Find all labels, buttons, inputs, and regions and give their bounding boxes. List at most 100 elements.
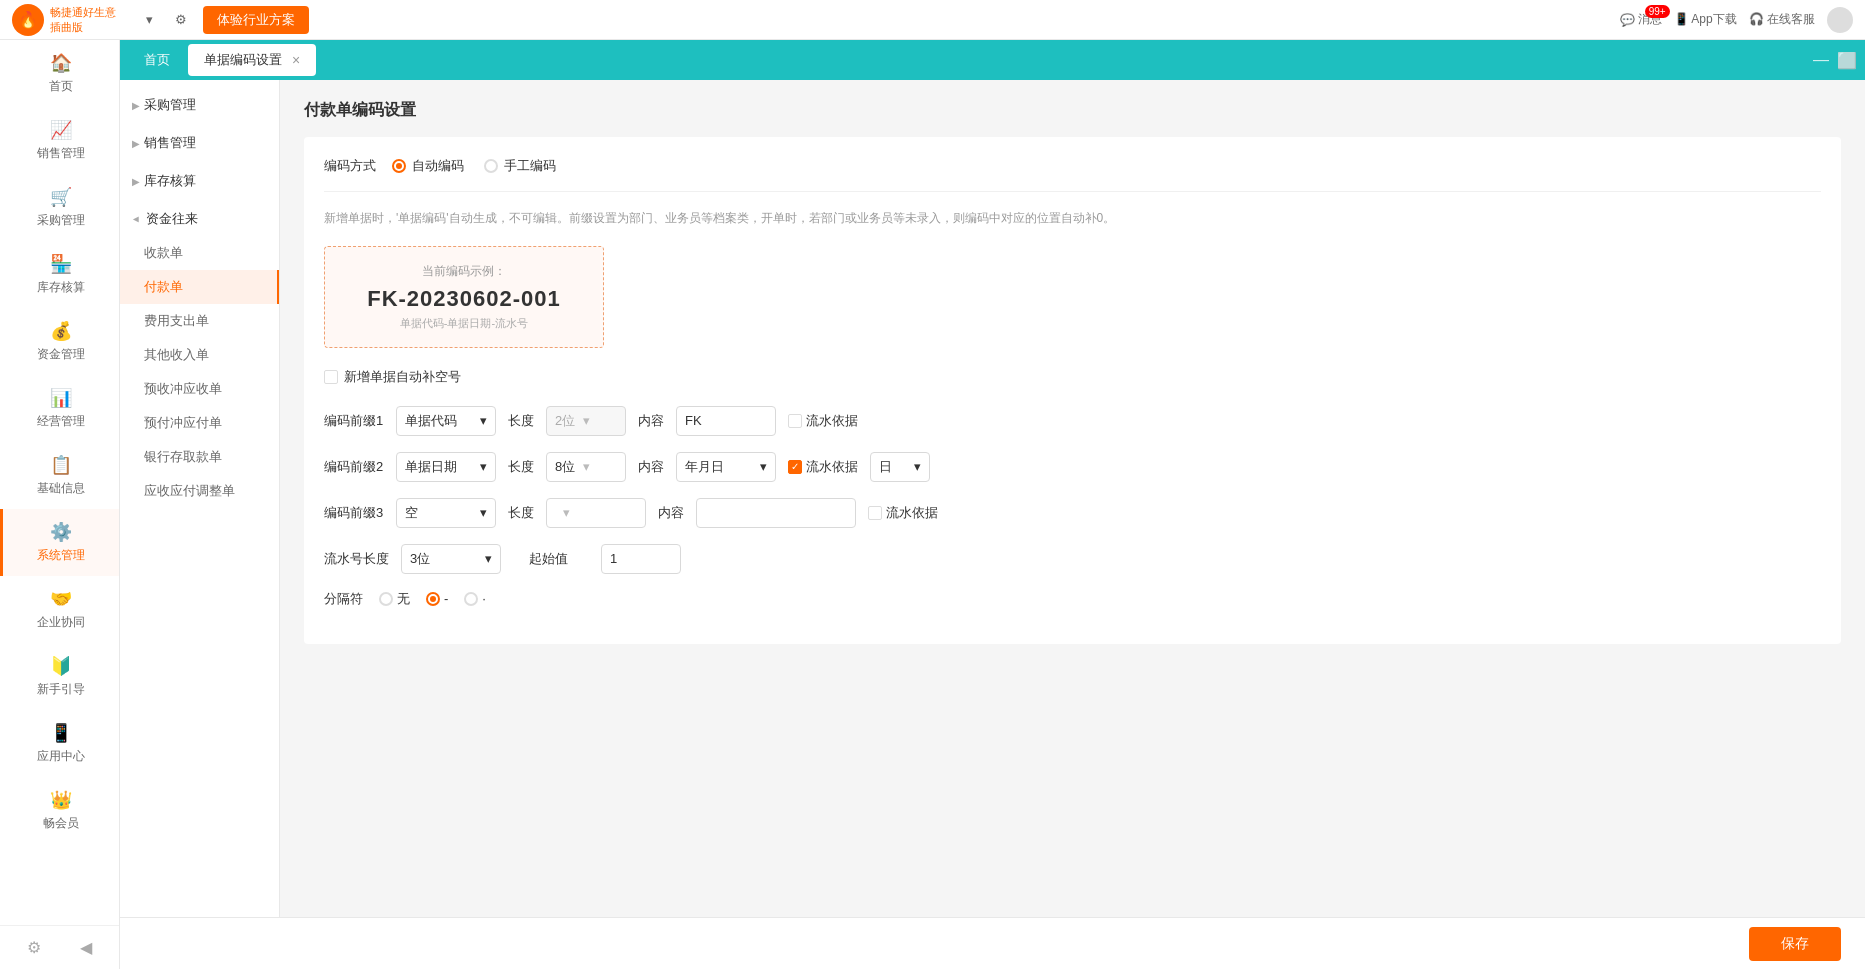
prefix3-content-input[interactable] bbox=[696, 498, 856, 528]
prefix3-select[interactable]: 空 ▾ bbox=[396, 498, 496, 528]
sidebar-item-base[interactable]: 📋 基础信息 bbox=[0, 442, 119, 509]
prefix2-period-select[interactable]: 日 ▾ bbox=[870, 452, 930, 482]
prefix1-content-input[interactable]: FK bbox=[676, 406, 776, 436]
tab-home[interactable]: 首页 bbox=[128, 44, 186, 76]
subsidebar-item-receipt[interactable]: 收款单 bbox=[120, 236, 279, 270]
sidebar-item-enterprise[interactable]: 🤝 企业协同 bbox=[0, 576, 119, 643]
sep-dash-radio[interactable] bbox=[426, 592, 440, 606]
prefix1-serial-cb-box[interactable] bbox=[788, 414, 802, 428]
subsidebar-group-inventory-title[interactable]: ▶ 库存核算 bbox=[120, 164, 279, 198]
subsidebar-item-expense[interactable]: 费用支出单 bbox=[120, 304, 279, 338]
sep-dot-radio[interactable] bbox=[464, 592, 478, 606]
brand-area: 🔥 畅捷通好生意 插曲版 bbox=[12, 4, 132, 36]
sep-dot-option[interactable]: · bbox=[464, 590, 486, 608]
window-maximize-icon[interactable]: ⬜ bbox=[1837, 51, 1857, 70]
subsidebar-item-advance-receivable[interactable]: 预收冲应收单 bbox=[120, 372, 279, 406]
subsidebar-group-capital-title[interactable]: ▼ 资金往来 bbox=[120, 202, 279, 236]
top-bar-left: 🔥 畅捷通好生意 插曲版 ▾ ⚙ 体验行业方案 bbox=[12, 4, 1612, 36]
tab-close-icon[interactable]: × bbox=[292, 52, 300, 68]
sidebar-item-sales[interactable]: 📈 销售管理 bbox=[0, 107, 119, 174]
sep-dash-label: - bbox=[444, 591, 448, 606]
manual-encoding-radio[interactable] bbox=[484, 159, 498, 173]
separator-options: 无 - · bbox=[379, 590, 486, 608]
prefix1-content-label: 内容 bbox=[638, 412, 664, 430]
chevron-down-icon-c2: ▾ bbox=[760, 459, 767, 474]
user-avatar[interactable] bbox=[1827, 7, 1853, 33]
subsidebar-item-ap-adjustment[interactable]: 应收应付调整单 bbox=[120, 474, 279, 508]
auto-fill-checkbox[interactable] bbox=[324, 370, 338, 384]
sidebar-item-inventory[interactable]: 🏪 库存核算 bbox=[0, 241, 119, 308]
sidebar-item-apps[interactable]: 📱 应用中心 bbox=[0, 710, 119, 777]
member-icon: 👑 bbox=[50, 789, 72, 811]
window-minimize-icon[interactable]: — bbox=[1813, 51, 1829, 70]
preview-code: FK-20230602-001 bbox=[367, 286, 561, 312]
sidebar-collapse-btn[interactable]: ◀ bbox=[76, 934, 96, 961]
prefix3-serial-checkbox[interactable]: 流水依据 bbox=[868, 504, 938, 522]
sidebar-item-member[interactable]: 👑 畅会员 bbox=[0, 777, 119, 844]
sidebar-item-home[interactable]: 🏠 首页 bbox=[0, 40, 119, 107]
top-bar-right: 💬 消息 99+ 📱 App下载 🎧 在线客服 bbox=[1620, 7, 1853, 33]
sidebar-item-operation[interactable]: 📊 经营管理 bbox=[0, 375, 119, 442]
prefix2-length-input[interactable]: 8位 ▾ bbox=[546, 452, 626, 482]
subsidebar-group-inventory: ▶ 库存核算 bbox=[120, 164, 279, 198]
auto-encoding-option[interactable]: 自动编码 bbox=[392, 157, 464, 175]
online-service-btn[interactable]: 🎧 在线客服 bbox=[1749, 11, 1815, 28]
sub-layout: ▶ 采购管理 ▶ 销售管理 ▶ 库存核算 bbox=[120, 80, 1865, 917]
prefix1-serial-checkbox[interactable]: 流水依据 bbox=[788, 412, 858, 430]
sep-none-option[interactable]: 无 bbox=[379, 590, 410, 608]
chevron-right-icon: ▶ bbox=[132, 100, 140, 111]
message-btn[interactable]: 💬 消息 99+ bbox=[1620, 11, 1662, 28]
sep-dash-option[interactable]: - bbox=[426, 590, 448, 608]
prefix3-content-label: 内容 bbox=[658, 504, 684, 522]
app-download-btn[interactable]: 📱 App下载 bbox=[1674, 11, 1737, 28]
manual-encoding-option[interactable]: 手工编码 bbox=[484, 157, 556, 175]
prefix2-select[interactable]: 单据日期 ▾ bbox=[396, 452, 496, 482]
prefix1-select[interactable]: 单据代码 ▾ bbox=[396, 406, 496, 436]
auto-fill-checkbox-row[interactable]: 新增单据自动补空号 bbox=[324, 368, 1821, 386]
chevron-down-icon-p2: ▾ bbox=[480, 459, 487, 474]
serial-length-select[interactable]: 3位 ▾ bbox=[401, 544, 501, 574]
subsidebar-group-capital: ▼ 资金往来 收款单 付款单 费用支出单 其他收入单 bbox=[120, 202, 279, 508]
sep-none-radio[interactable] bbox=[379, 592, 393, 606]
chevron-down-icon-capital: ▼ bbox=[131, 214, 142, 224]
subsidebar-item-bank-deposit[interactable]: 银行存取款单 bbox=[120, 440, 279, 474]
subsidebar-item-advance-payable[interactable]: 预付冲应付单 bbox=[120, 406, 279, 440]
settings-icon[interactable]: ⚙ bbox=[167, 6, 195, 34]
subsidebar-group-purchase-title[interactable]: ▶ 采购管理 bbox=[120, 88, 279, 122]
auto-encoding-radio[interactable] bbox=[392, 159, 406, 173]
experience-btn[interactable]: 体验行业方案 bbox=[203, 6, 309, 34]
operation-icon: 📊 bbox=[50, 387, 72, 409]
tab-serial-setting[interactable]: 单据编码设置 × bbox=[188, 44, 316, 76]
prefix3-serial-cb-box[interactable] bbox=[868, 506, 882, 520]
sidebar-item-guide[interactable]: 🔰 新手引导 bbox=[0, 643, 119, 710]
serial-length-label: 流水号长度 bbox=[324, 550, 389, 568]
sep-dot-label: · bbox=[482, 591, 486, 606]
prefix3-serial-label: 流水依据 bbox=[886, 504, 938, 522]
start-value-input[interactable]: 1 bbox=[601, 544, 681, 574]
prefix3-row: 编码前缀3 空 ▾ 长度 ▾ 内容 bbox=[324, 498, 1821, 528]
tab-bar: 首页 单据编码设置 × — ⬜ bbox=[120, 40, 1865, 80]
preview-desc: 单据代码-单据日期-流水号 bbox=[400, 316, 528, 331]
sidebar-item-finance[interactable]: 💰 资金管理 bbox=[0, 308, 119, 375]
page-title: 付款单编码设置 bbox=[304, 100, 1841, 121]
nav-dropdown[interactable]: ▾ bbox=[140, 10, 159, 29]
save-button[interactable]: 保存 bbox=[1749, 927, 1841, 961]
chevron-down-icon-sl: ▾ bbox=[485, 551, 492, 566]
content-card: 编码方式 自动编码 手工编码 bbox=[304, 137, 1841, 644]
subsidebar-group-sales-title[interactable]: ▶ 销售管理 bbox=[120, 126, 279, 160]
subsidebar-item-other-income[interactable]: 其他收入单 bbox=[120, 338, 279, 372]
top-bar: 🔥 畅捷通好生意 插曲版 ▾ ⚙ 体验行业方案 💬 消息 99+ 📱 App下载… bbox=[0, 0, 1865, 40]
prefix1-length-input[interactable]: 2位 ▾ bbox=[546, 406, 626, 436]
sidebar-item-system[interactable]: ⚙️ 系统管理 bbox=[0, 509, 119, 576]
prefix2-serial-checkbox[interactable]: ✓ 流水依据 bbox=[788, 458, 858, 476]
bottom-bar: 保存 bbox=[120, 917, 1865, 969]
subsidebar-item-payment[interactable]: 付款单 bbox=[120, 270, 279, 304]
main-layout: 🏠 首页 📈 销售管理 🛒 采购管理 🏪 库存核算 💰 资金管理 📊 经营管理 … bbox=[0, 40, 1865, 969]
prefix3-length-input[interactable]: ▾ bbox=[546, 498, 646, 528]
separator-label: 分隔符 bbox=[324, 590, 363, 608]
prefix2-content-select[interactable]: 年月日 ▾ bbox=[676, 452, 776, 482]
prefix2-serial-cb-box[interactable]: ✓ bbox=[788, 460, 802, 474]
separator-row: 分隔符 无 - · bbox=[324, 590, 1821, 608]
sidebar-settings-btn[interactable]: ⚙ bbox=[23, 934, 45, 961]
sidebar-item-purchase[interactable]: 🛒 采购管理 bbox=[0, 174, 119, 241]
